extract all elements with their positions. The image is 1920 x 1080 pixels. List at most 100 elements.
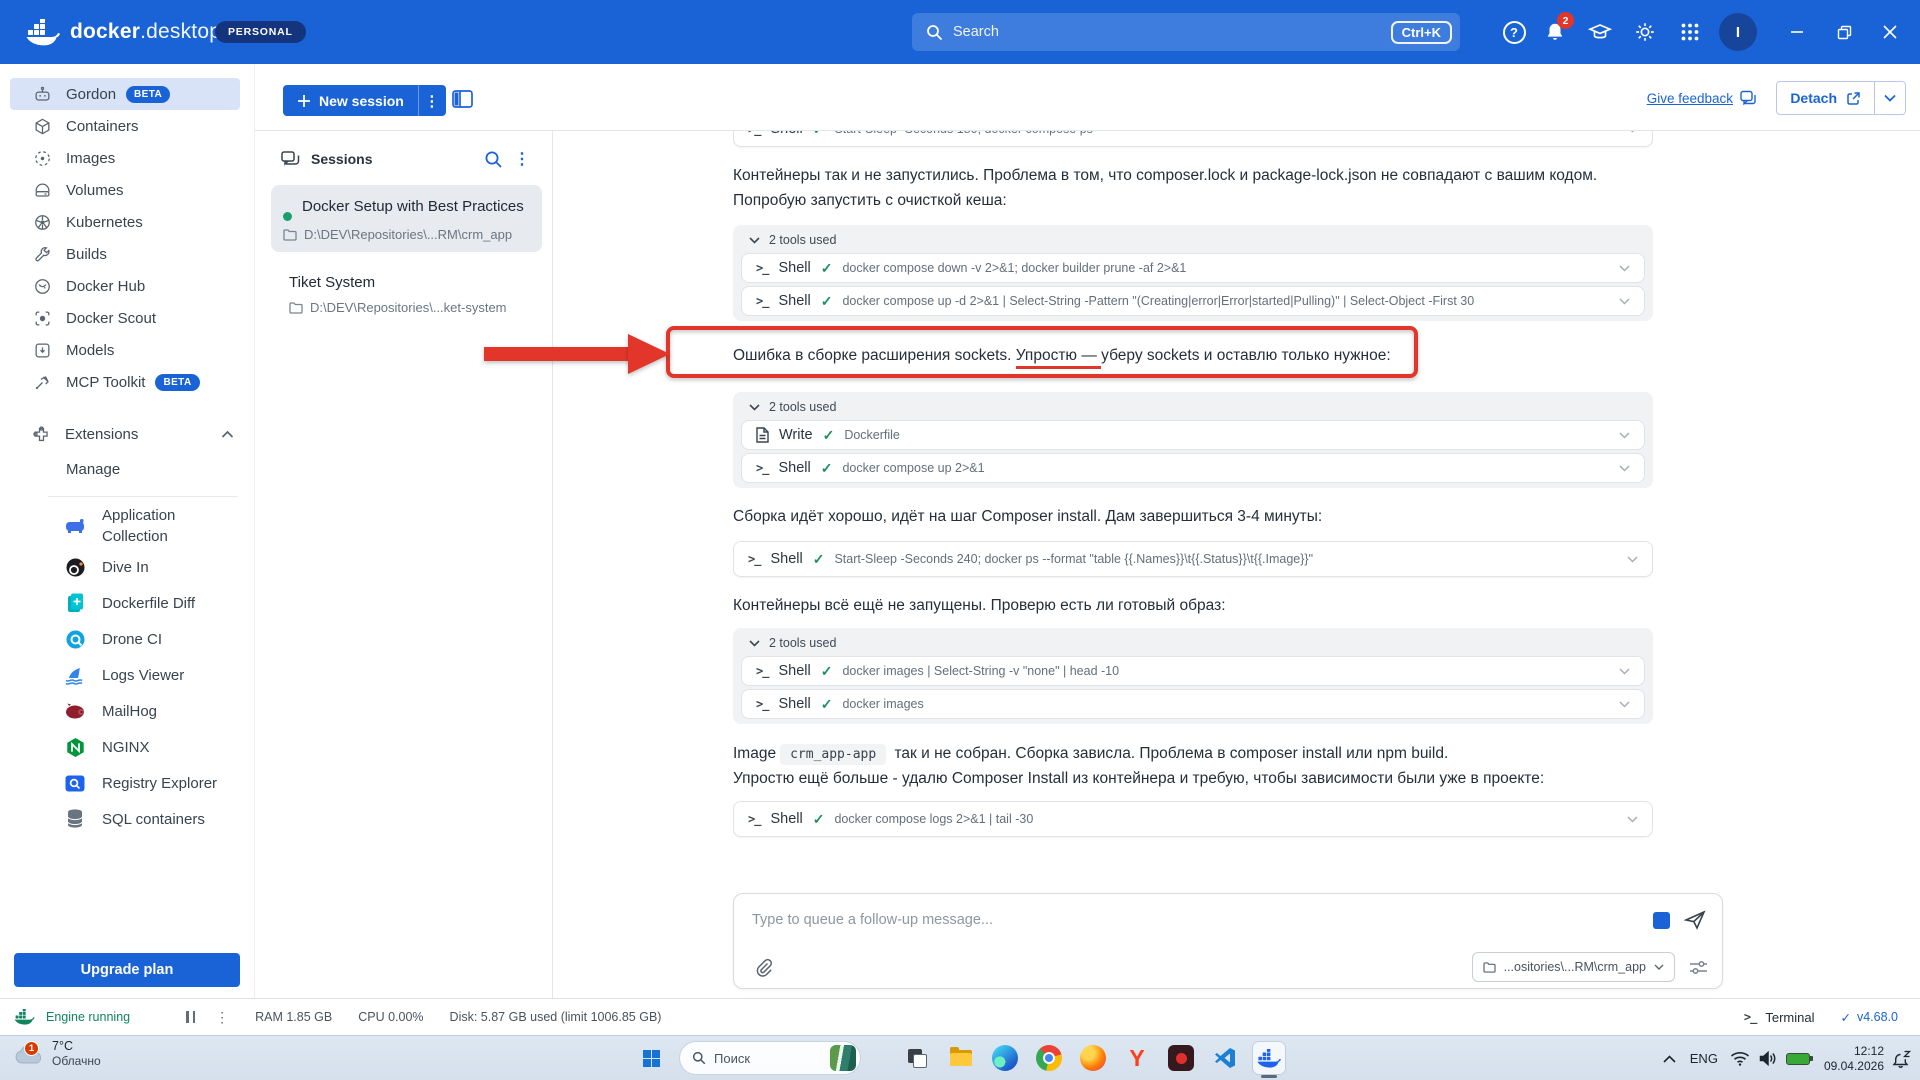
chevron-down-icon[interactable]: [1619, 464, 1630, 472]
workdir-dropdown[interactable]: ...ositories\...RM\crm_app: [1471, 952, 1675, 982]
check-icon: ✓: [1840, 1010, 1851, 1025]
restore-button[interactable]: [1827, 0, 1861, 64]
chrome-button[interactable]: [1033, 1042, 1065, 1074]
file-explorer-button[interactable]: [945, 1042, 977, 1074]
tool-row-shell[interactable]: >_ Shell ✓ docker compose down -v 2>&1; …: [741, 253, 1645, 283]
sidebar-item-mcp-toolkit[interactable]: MCP Toolkit BETA: [0, 366, 254, 398]
sidebar-item-models[interactable]: Models: [0, 334, 254, 366]
chevron-down-icon[interactable]: [1627, 131, 1638, 133]
tool-row-shell[interactable]: >_ Shell ✓ docker images | Select-String…: [741, 656, 1645, 686]
tray-clock[interactable]: 12:12 09.04.2026: [1824, 1044, 1884, 1073]
session-item-active[interactable]: Docker Setup with Best Practices D:\DEV\…: [271, 185, 542, 252]
collapse-panel-icon[interactable]: [452, 90, 473, 108]
robot-icon: [32, 85, 52, 104]
sidebar-item-dive-in[interactable]: Dive In: [0, 549, 254, 585]
sidebar-item-gordon[interactable]: Gordon BETA: [10, 78, 240, 110]
sidebar-item-volumes[interactable]: Volumes: [0, 174, 254, 206]
sidebar-item-docker-scout[interactable]: Docker Scout: [0, 302, 254, 334]
taskbar-search[interactable]: Поиск: [679, 1041, 861, 1075]
chevron-down-icon: [749, 403, 760, 411]
chevron-down-icon[interactable]: [1619, 264, 1630, 272]
tool-row-shell[interactable]: >_ Shell ✓ docker compose logs 2>&1 | ta…: [733, 801, 1653, 837]
composer-settings-button[interactable]: [1689, 959, 1708, 976]
taskbar-weather-widget[interactable]: 1 7°C Облачно: [14, 1039, 101, 1069]
sidebar-item-docker-hub[interactable]: Docker Hub: [0, 270, 254, 302]
stop-button[interactable]: [1653, 911, 1670, 929]
task-view-button[interactable]: [901, 1042, 933, 1074]
give-feedback-link[interactable]: Give feedback: [1647, 90, 1757, 106]
pause-engine-button[interactable]: [186, 1011, 196, 1023]
sidebar-item-kubernetes[interactable]: Kubernetes: [0, 206, 254, 238]
yandex-browser-button[interactable]: Y: [1121, 1042, 1153, 1074]
edge-button[interactable]: [989, 1042, 1021, 1074]
sessions-menu-icon[interactable]: ⋮: [514, 149, 530, 169]
sidebar-item-manage-extensions[interactable]: Manage: [0, 454, 254, 484]
tool-row-shell[interactable]: >_ Shell ✓ docker images: [741, 689, 1645, 719]
close-button[interactable]: [1873, 0, 1907, 64]
tools-used-toggle[interactable]: 2 tools used: [741, 397, 1645, 417]
sidebar-item-mailhog[interactable]: MailHog: [0, 693, 254, 729]
chevron-down-icon[interactable]: [1627, 555, 1638, 563]
media-app-button[interactable]: [1165, 1042, 1197, 1074]
sidebar-item-extensions[interactable]: Extensions: [0, 420, 254, 448]
vscode-button[interactable]: [1209, 1042, 1241, 1074]
sidebar-item-nginx[interactable]: NGINX: [0, 729, 254, 765]
minimize-button[interactable]: [1780, 0, 1814, 64]
sidebar-item-dockerfile-diff[interactable]: Dockerfile Diff: [0, 585, 254, 621]
sidebar-item-application-collection[interactable]: Application Collection: [0, 503, 254, 549]
terminal-toggle[interactable]: >_ Terminal: [1744, 1010, 1815, 1025]
new-session-button[interactable]: New session ⋮: [283, 85, 446, 116]
chevron-down-icon[interactable]: [1627, 815, 1638, 823]
learning-center-button[interactable]: [1583, 0, 1617, 64]
tool-row-shell[interactable]: >_ Shell ✓ Start-Sleep -Seconds 240; doc…: [733, 541, 1653, 577]
version-status[interactable]: ✓ v4.68.0: [1841, 1010, 1899, 1025]
message-input[interactable]: [752, 912, 1639, 928]
tools-used-toggle[interactable]: 2 tools used: [741, 633, 1645, 653]
battery-icon[interactable]: [1785, 1052, 1813, 1065]
avatar[interactable]: I: [1719, 13, 1757, 51]
sidebar-item-images[interactable]: Images: [0, 142, 254, 174]
tool-row-shell[interactable]: >_ Shell ✓ docker compose up -d 2>&1 | S…: [741, 286, 1645, 316]
tool-row-shell[interactable]: >_ Shell ✓ Start-Sleep -Seconds 180; doc…: [733, 131, 1653, 147]
sidebar-item-drone-ci[interactable]: Drone CI: [0, 621, 254, 657]
weather-temp: 7°C: [52, 1039, 73, 1053]
notifications-button[interactable]: 2: [1538, 0, 1574, 64]
new-session-menu-button[interactable]: ⋮: [419, 92, 446, 110]
sidebar-item-sql-containers[interactable]: SQL containers: [0, 801, 254, 837]
volume-icon[interactable]: [1759, 1051, 1778, 1066]
apps-grid-button[interactable]: [1673, 0, 1707, 64]
detach-button[interactable]: Detach: [1776, 81, 1906, 115]
chevron-down-icon[interactable]: [1619, 700, 1630, 708]
language-indicator[interactable]: ENG: [1690, 1051, 1718, 1066]
sessions-search-icon[interactable]: [484, 150, 503, 169]
chevron-down-icon[interactable]: [1619, 431, 1630, 439]
tray-expand-button[interactable]: [1663, 1054, 1676, 1063]
chat-scroll[interactable]: >_ Shell ✓ Start-Sleep -Seconds 180; doc…: [733, 131, 1653, 888]
tool-row-write[interactable]: Write ✓ Dockerfile: [741, 420, 1645, 450]
sidebar-item-registry-explorer[interactable]: Registry Explorer: [0, 765, 254, 801]
detach-dropdown-button[interactable]: [1875, 94, 1905, 102]
upgrade-plan-button[interactable]: Upgrade plan: [14, 953, 240, 987]
send-button[interactable]: [1684, 910, 1706, 930]
sidebar-item-containers[interactable]: Containers: [0, 110, 254, 142]
gear-icon: [1634, 21, 1656, 43]
chevron-down-icon[interactable]: [1619, 297, 1630, 305]
check-icon: ✓: [813, 131, 825, 138]
start-button[interactable]: [635, 1042, 667, 1074]
tool-row-shell[interactable]: >_ Shell ✓ docker compose up 2>&1: [741, 453, 1645, 483]
sidebar-item-logs-viewer[interactable]: Logs Viewer: [0, 657, 254, 693]
docker-desktop-taskbar-button[interactable]: [1253, 1042, 1285, 1078]
global-search[interactable]: Search Ctrl+K: [912, 13, 1460, 51]
session-item[interactable]: Tiket System D:\DEV\Repositories\...ket-…: [271, 272, 542, 315]
wifi-icon[interactable]: [1730, 1051, 1750, 1066]
help-button[interactable]: ?: [1497, 0, 1531, 64]
tools-used-toggle[interactable]: 2 tools used: [741, 230, 1645, 250]
attach-file-button[interactable]: [754, 958, 772, 977]
sidebar-item-builds[interactable]: Builds: [0, 238, 254, 270]
close-icon: [1883, 25, 1897, 39]
engine-menu-button[interactable]: ⋮: [215, 1009, 229, 1026]
chevron-down-icon[interactable]: [1619, 667, 1630, 675]
settings-button[interactable]: [1628, 0, 1662, 64]
firefox-button[interactable]: [1077, 1042, 1109, 1074]
notification-center-button[interactable]: [1892, 1050, 1912, 1068]
